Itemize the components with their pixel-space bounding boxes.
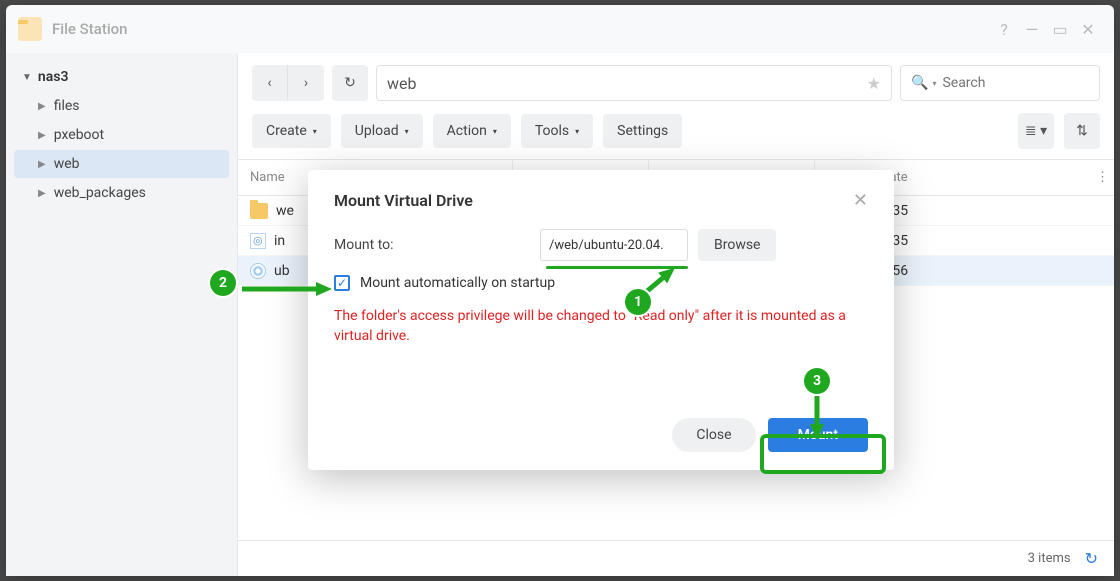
reload-button[interactable]: ↻ bbox=[332, 65, 368, 101]
sort-button[interactable]: ⇅ bbox=[1064, 113, 1100, 149]
mount-to-label: Mount to: bbox=[334, 237, 540, 253]
auto-mount-row[interactable]: ✓ Mount automatically on startup bbox=[334, 275, 868, 291]
annotation-arrow bbox=[238, 279, 332, 299]
back-button[interactable]: ‹ bbox=[252, 65, 288, 101]
tree-item-web[interactable]: ▶ web bbox=[14, 150, 229, 178]
upload-button[interactable]: Upload▾ bbox=[341, 114, 423, 148]
statusbar: 3 items ↻ bbox=[238, 540, 1114, 576]
close-button[interactable]: Close bbox=[672, 418, 755, 452]
tree-item-web-packages[interactable]: ▶ web_packages bbox=[14, 179, 229, 207]
close-window-button[interactable]: ✕ bbox=[1074, 15, 1102, 43]
checkbox-checked-icon[interactable]: ✓ bbox=[334, 275, 350, 291]
tree-item-label: files bbox=[54, 98, 80, 114]
refresh-icon[interactable]: ↻ bbox=[1085, 549, 1098, 568]
search-input[interactable] bbox=[942, 75, 1120, 91]
tree-item-label: pxeboot bbox=[54, 127, 104, 143]
favorite-icon[interactable]: ★ bbox=[867, 74, 881, 93]
caret-down-icon: ▼ bbox=[22, 72, 32, 83]
caret-right-icon: ▶ bbox=[38, 188, 46, 199]
file-icon bbox=[250, 233, 266, 249]
tools-button[interactable]: Tools▾ bbox=[521, 114, 593, 148]
search-icon: 🔍 bbox=[911, 75, 928, 91]
titlebar: File Station ? — ▭ ✕ bbox=[6, 5, 1114, 53]
annotation-badge-3: 3 bbox=[804, 368, 830, 394]
iso-icon bbox=[250, 263, 266, 279]
forward-button[interactable]: › bbox=[288, 65, 324, 101]
sidebar: ▼ nas3 ▶ files ▶ pxeboot ▶ web ▶ web_pac… bbox=[6, 53, 238, 576]
dropdown-icon: ▾ bbox=[932, 79, 936, 88]
browse-button[interactable]: Browse bbox=[698, 229, 776, 261]
path-input[interactable]: web ★ bbox=[376, 65, 892, 101]
caret-right-icon: ▶ bbox=[38, 159, 46, 170]
help-button[interactable]: ? bbox=[990, 15, 1018, 43]
mount-to-row: Mount to: Browse bbox=[334, 229, 868, 261]
tree-item-pxeboot[interactable]: ▶ pxeboot bbox=[14, 121, 229, 149]
item-count: 3 items bbox=[1028, 551, 1071, 566]
col-more-icon[interactable]: ⋮ bbox=[1084, 160, 1114, 195]
minimize-button[interactable]: — bbox=[1018, 15, 1046, 43]
nav-back-forward: ‹ › bbox=[252, 65, 324, 101]
nav-toolbar: ‹ › ↻ web ★ 🔍 ▾ bbox=[238, 53, 1114, 109]
caret-right-icon: ▶ bbox=[38, 130, 46, 141]
caret-right-icon: ▶ bbox=[38, 101, 46, 112]
search-box[interactable]: 🔍 ▾ bbox=[900, 65, 1100, 101]
folder-icon bbox=[250, 203, 268, 219]
action-toolbar: Create▾ Upload▾ Action▾ Tools▾ Settings … bbox=[238, 109, 1114, 159]
maximize-button[interactable]: ▭ bbox=[1046, 15, 1074, 43]
warning-text: The folder's access privilege will be ch… bbox=[334, 307, 868, 346]
dialog-close-button[interactable]: ✕ bbox=[853, 190, 868, 211]
tree-root[interactable]: ▼ nas3 bbox=[14, 63, 229, 91]
tree-root-label: nas3 bbox=[38, 69, 69, 85]
tree-item-label: web bbox=[54, 156, 80, 172]
path-value: web bbox=[387, 74, 417, 93]
view-list-button[interactable]: ≣ ▾ bbox=[1018, 113, 1054, 149]
annotation-badge-2: 2 bbox=[210, 270, 236, 296]
mount-to-input[interactable] bbox=[540, 229, 688, 261]
settings-button[interactable]: Settings bbox=[603, 114, 682, 148]
annotation-badge-1: 1 bbox=[625, 289, 651, 315]
dialog-title: Mount Virtual Drive bbox=[334, 191, 473, 210]
tree-item-files[interactable]: ▶ files bbox=[14, 92, 229, 120]
app-icon bbox=[18, 17, 42, 41]
create-button[interactable]: Create▾ bbox=[252, 114, 331, 148]
auto-mount-label: Mount automatically on startup bbox=[360, 275, 555, 291]
app-title: File Station bbox=[52, 20, 128, 38]
annotation-arrow bbox=[807, 392, 827, 440]
tree-item-label: web_packages bbox=[54, 185, 146, 201]
action-button[interactable]: Action▾ bbox=[433, 114, 511, 148]
